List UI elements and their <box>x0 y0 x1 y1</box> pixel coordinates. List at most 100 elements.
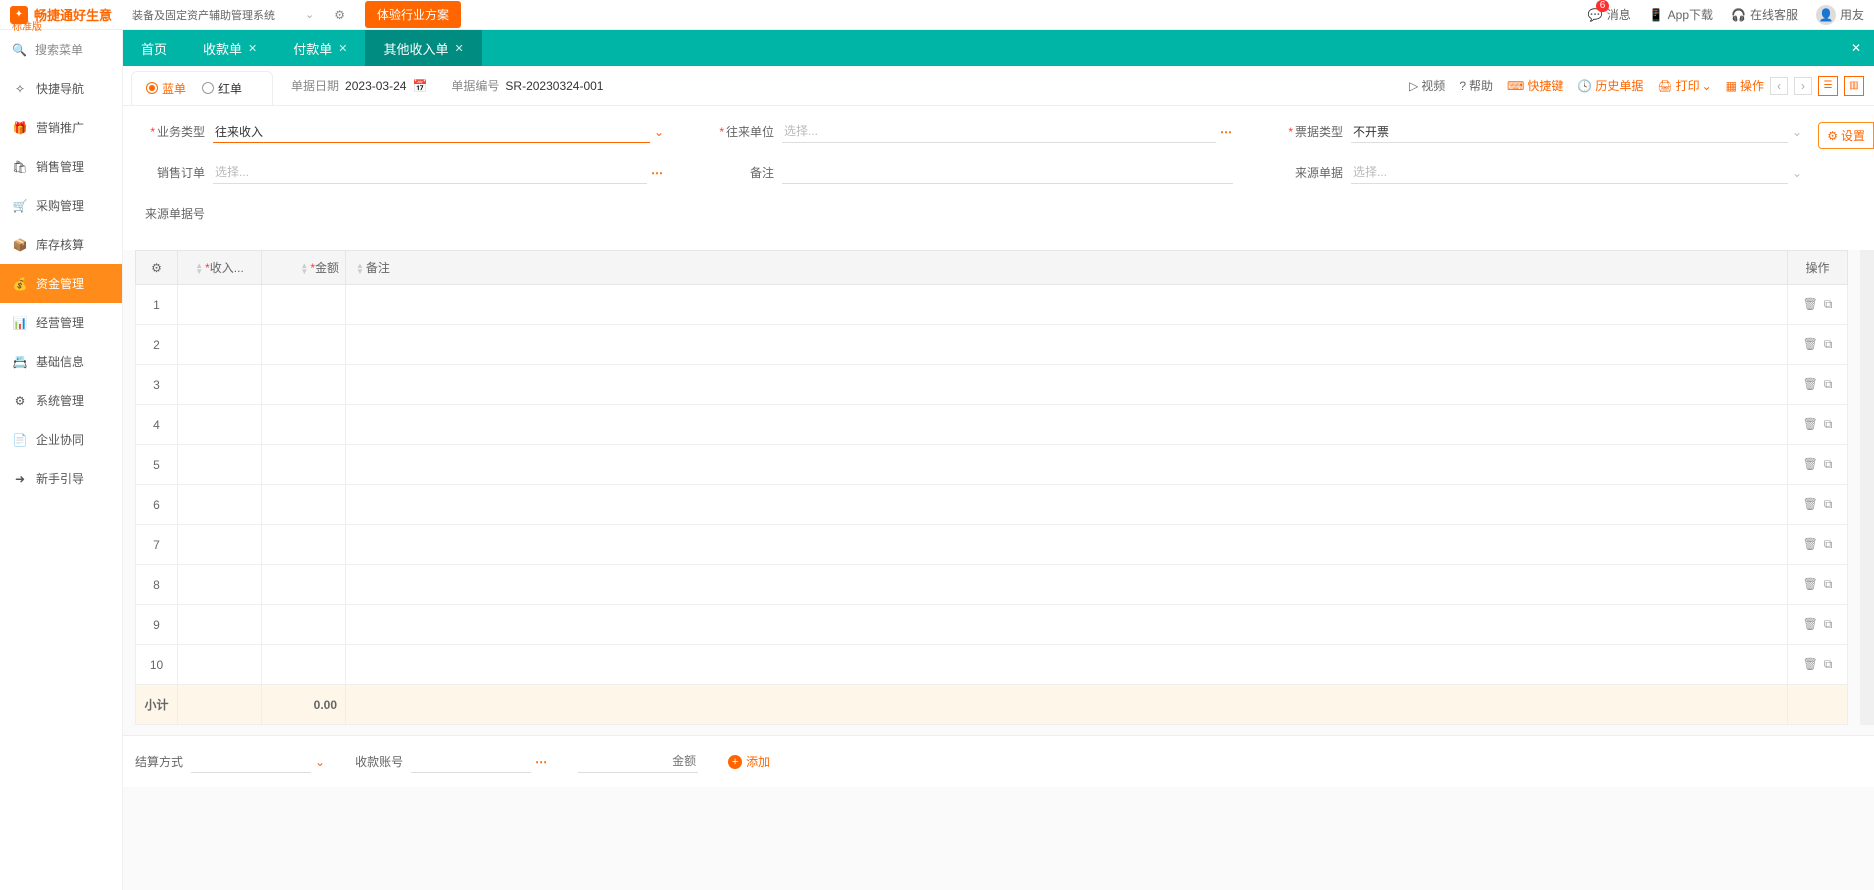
close-icon[interactable]: ✕ <box>338 42 347 55</box>
tab-home[interactable]: 首页 <box>123 30 185 66</box>
tab-other-income[interactable]: 其他收入单✕ <box>365 30 481 66</box>
app-download-link[interactable]: 📱 App下载 <box>1649 6 1713 23</box>
more-icon[interactable]: ⋯ <box>651 166 664 180</box>
delete-icon[interactable]: 🗑 <box>1803 657 1818 671</box>
sidebar-item-marketing[interactable]: 🎁营销推广 <box>0 108 122 147</box>
delete-icon[interactable]: 🗑 <box>1803 337 1818 351</box>
remark-input[interactable] <box>782 161 1233 184</box>
chevron-down-icon: ⌄ <box>1702 79 1712 93</box>
user-menu[interactable]: 👤 用友 <box>1816 5 1864 25</box>
copy-icon[interactable]: ⧉ <box>1824 417 1833 431</box>
delete-icon[interactable]: 🗑 <box>1803 537 1818 551</box>
sidebar-item-enterprise[interactable]: 📄企业协同 <box>0 420 122 459</box>
delete-icon[interactable]: 🗑 <box>1803 617 1818 631</box>
copy-icon[interactable]: ⧉ <box>1824 497 1833 511</box>
cart-icon: 🛍 <box>12 160 28 174</box>
source-doc-input[interactable] <box>1351 161 1788 184</box>
copy-icon[interactable]: ⧉ <box>1824 457 1833 471</box>
system-selector[interactable]: 装备及固定资产辅助管理系统 ⌄ <box>132 7 314 23</box>
copy-icon[interactable]: ⧉ <box>1824 537 1833 551</box>
online-service-link[interactable]: 🎧 在线客服 <box>1731 6 1798 23</box>
tab-receipt[interactable]: 收款单✕ <box>185 30 275 66</box>
sidebar-item-funds[interactable]: 💰资金管理 <box>0 264 122 303</box>
sidebar-item-quicknav[interactable]: ✧快捷导航 <box>0 69 122 108</box>
chevron-down-icon[interactable]: ⌄ <box>654 125 664 139</box>
tab-bar-close-all[interactable]: ✕ <box>1838 30 1874 66</box>
settings-button[interactable]: ⚙设置 <box>1818 122 1874 149</box>
delete-icon[interactable]: 🗑 <box>1803 457 1818 471</box>
party-input[interactable] <box>782 120 1216 143</box>
copy-icon[interactable]: ⧉ <box>1824 337 1833 351</box>
sidebar-item-system[interactable]: ⚙系统管理 <box>0 381 122 420</box>
chevron-down-icon[interactable]: ⌄ <box>315 755 325 769</box>
settle-method-input[interactable] <box>191 750 311 773</box>
table-row[interactable]: 7🗑⧉ <box>136 525 1848 565</box>
table-row[interactable]: 1🗑⧉ <box>136 285 1848 325</box>
help-button[interactable]: ?帮助 <box>1459 77 1493 94</box>
table-row[interactable]: 8🗑⧉ <box>136 565 1848 605</box>
biz-type-input[interactable] <box>213 120 650 143</box>
add-button[interactable]: + 添加 <box>728 753 770 770</box>
delete-icon[interactable]: 🗑 <box>1803 297 1818 311</box>
subtotal-row: 小计 0.00 <box>136 685 1848 725</box>
chevron-down-icon[interactable]: ⌄ <box>1792 166 1802 180</box>
sidebar-item-guide[interactable]: ➜新手引导 <box>0 459 122 498</box>
sidebar-item-sales[interactable]: 🛍销售管理 <box>0 147 122 186</box>
sidebar-item-operations[interactable]: 📊经营管理 <box>0 303 122 342</box>
calendar-icon[interactable]: 📅 <box>412 79 427 93</box>
table-row[interactable]: 2🗑⧉ <box>136 325 1848 365</box>
prev-button[interactable]: ‹ <box>1770 77 1788 95</box>
table-row[interactable]: 4🗑⧉ <box>136 405 1848 445</box>
next-button[interactable]: › <box>1794 77 1812 95</box>
copy-icon[interactable]: ⧉ <box>1824 577 1833 591</box>
gear-icon[interactable]: ⚙ <box>334 8 345 22</box>
message-link[interactable]: 💬 消息 6 <box>1588 6 1631 23</box>
grid-settings-header[interactable]: ⚙ <box>136 251 178 285</box>
col-remark-header[interactable]: ▲▼备注 <box>346 251 1788 285</box>
sales-order-input[interactable] <box>213 161 647 184</box>
chevron-down-icon[interactable]: ⌄ <box>1792 125 1802 139</box>
table-row[interactable]: 6🗑⧉ <box>136 485 1848 525</box>
industry-solution-button[interactable]: 体验行业方案 <box>365 1 461 28</box>
operations-button[interactable]: ▦操作 <box>1726 77 1764 94</box>
delete-icon[interactable]: 🗑 <box>1803 497 1818 511</box>
sidebar-item-basicinfo[interactable]: 📇基础信息 <box>0 342 122 381</box>
col-income-header[interactable]: ▲▼*收入... <box>178 251 262 285</box>
delete-icon[interactable]: 🗑 <box>1803 377 1818 391</box>
sidebar-search[interactable]: 🔍 搜索菜单 <box>0 30 122 69</box>
delete-icon[interactable]: 🗑 <box>1803 417 1818 431</box>
video-button[interactable]: ▷视频 <box>1409 77 1445 94</box>
sidebar-item-purchase[interactable]: 🛒采购管理 <box>0 186 122 225</box>
copy-icon[interactable]: ⧉ <box>1824 617 1833 631</box>
doc-date-value[interactable]: 2023-03-24 <box>345 79 406 93</box>
print-button[interactable]: 🖨打印⌄ <box>1657 77 1711 94</box>
table-row[interactable]: 3🗑⧉ <box>136 365 1848 405</box>
radio-red-doc[interactable]: 红单 <box>202 80 242 97</box>
close-icon[interactable]: ✕ <box>248 42 257 55</box>
delete-icon[interactable]: 🗑 <box>1803 577 1818 591</box>
receipt-account-input[interactable] <box>411 750 531 773</box>
col-amount-header[interactable]: ▲▼*金额 <box>262 251 346 285</box>
vertical-scrollbar[interactable] <box>1860 250 1874 725</box>
amount-input[interactable] <box>578 750 698 773</box>
chevron-down-icon[interactable]: ⌄ <box>305 8 314 21</box>
table-row[interactable]: 5🗑⧉ <box>136 445 1848 485</box>
more-icon[interactable]: ⋯ <box>535 755 548 769</box>
view-list-toggle[interactable]: ☰ <box>1818 76 1838 96</box>
copy-icon[interactable]: ⧉ <box>1824 377 1833 391</box>
close-icon[interactable]: ✕ <box>455 42 464 55</box>
source-no-input[interactable] <box>213 202 705 224</box>
more-icon[interactable]: ⋯ <box>1220 125 1233 139</box>
copy-icon[interactable]: ⧉ <box>1824 297 1833 311</box>
view-grid-toggle[interactable]: ▥ <box>1844 76 1864 96</box>
history-button[interactable]: 🕓历史单据 <box>1577 77 1643 94</box>
shortcut-button[interactable]: ⌨快捷键 <box>1507 77 1563 94</box>
sidebar-item-inventory[interactable]: 📦库存核算 <box>0 225 122 264</box>
tab-payment[interactable]: 付款单✕ <box>275 30 365 66</box>
copy-icon[interactable]: ⧉ <box>1824 657 1833 671</box>
table-row[interactable]: 9🗑⧉ <box>136 605 1848 645</box>
doc-number-value: SR-20230324-001 <box>505 79 603 93</box>
radio-blue-doc[interactable]: 蓝单 <box>146 80 186 97</box>
table-row[interactable]: 10🗑⧉ <box>136 645 1848 685</box>
invoice-type-input[interactable] <box>1351 120 1788 143</box>
